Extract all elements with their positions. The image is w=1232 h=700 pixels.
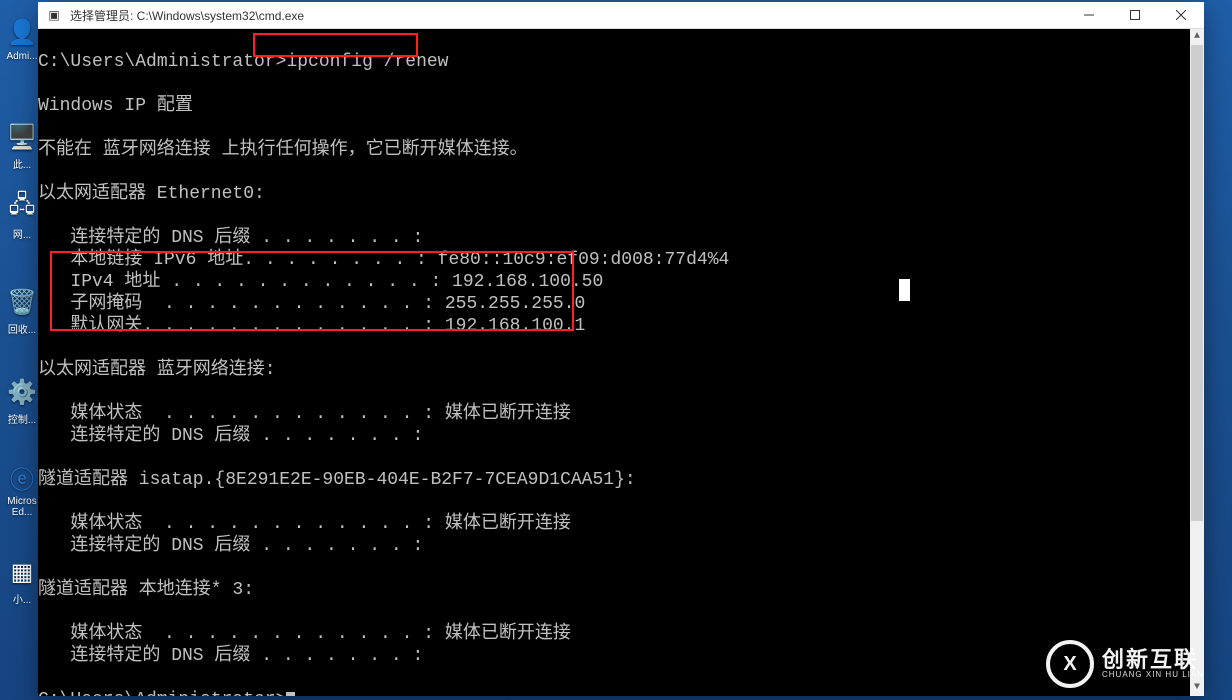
window-titlebar[interactable]: ▣ 选择管理员: C:\Windows\system32\cmd.exe bbox=[38, 2, 1204, 29]
desktop-background: 👤 Admi... 🖥️ 此... 🖧 网... 🗑️ 回收... ⚙️ 控制.… bbox=[0, 0, 1232, 700]
watermark-pinyin: CHUANG XIN HU LIAN bbox=[1102, 671, 1204, 679]
vertical-scrollbar[interactable]: ▲ ▼ bbox=[1190, 29, 1204, 696]
desktop-icon-network[interactable]: 🖧 网... bbox=[2, 190, 42, 241]
eth0-dns-row: 连接特定的 DNS 后缀 . . . . . . . : bbox=[38, 228, 423, 248]
minimize-icon bbox=[1084, 10, 1094, 20]
text-cursor bbox=[286, 692, 295, 696]
edge-icon: ⓔ bbox=[5, 460, 39, 494]
adapter-isatap-title: 隧道适配器 isatap.{8E291E2E-90EB-404E-B2F7-7C… bbox=[38, 470, 636, 490]
desktop-icon-label: 网... bbox=[2, 226, 42, 241]
eth0-gateway-row: 默认网关. . . . . . . . . . . . . : 192.168.… bbox=[38, 316, 585, 336]
isatap-media-row: 媒体状态 . . . . . . . . . . . . : 媒体已断开连接 bbox=[38, 514, 571, 534]
minimize-button[interactable] bbox=[1066, 2, 1112, 28]
window-title: 选择管理员: C:\Windows\system32\cmd.exe bbox=[70, 7, 304, 24]
desktop-icon-label: Admi... bbox=[2, 51, 42, 62]
heading-windows-ip: Windows IP 配置 bbox=[38, 96, 193, 116]
highlight-command bbox=[253, 33, 418, 57]
bluetooth-media-row: 媒体状态 . . . . . . . . . . . . : 媒体已断开连接 bbox=[38, 404, 571, 424]
network-icon: 🖧 bbox=[5, 190, 39, 224]
scrollbar-thumb[interactable] bbox=[1191, 45, 1203, 521]
selection-cursor bbox=[899, 279, 910, 301]
computer-icon: 🖥️ bbox=[5, 120, 39, 154]
watermark-name: 创新互联 bbox=[1102, 649, 1204, 671]
desktop-icon-this-pc[interactable]: 🖥️ 此... bbox=[2, 120, 42, 171]
desktop-icon-label: 小... bbox=[2, 591, 42, 606]
prompt-prefix: C:\Users\Administrator> bbox=[38, 52, 286, 72]
control-panel-icon: ⚙️ bbox=[5, 375, 39, 409]
user-folder-icon: 👤 bbox=[5, 15, 39, 49]
desktop-icon-administrator[interactable]: 👤 Admi... bbox=[2, 15, 42, 62]
desktop-icon-recycle-bin[interactable]: 🗑️ 回收... bbox=[2, 285, 42, 336]
desktop-icon-label: Micros Ed... bbox=[2, 496, 42, 518]
prompt-line-2: C:\Users\Administrator> bbox=[38, 690, 286, 696]
cmd-icon: ▣ bbox=[44, 5, 64, 25]
desktop-icon-edge[interactable]: ⓔ Micros Ed... bbox=[2, 460, 42, 518]
adapter-local3-title: 隧道适配器 本地连接* 3: bbox=[38, 580, 254, 600]
scrollbar-track[interactable] bbox=[1190, 45, 1204, 680]
adapter-ethernet0-title: 以太网适配器 Ethernet0: bbox=[38, 184, 265, 204]
recycle-bin-icon: 🗑️ bbox=[5, 285, 39, 319]
maximize-icon bbox=[1130, 10, 1140, 20]
watermark-logo: X 创新互联 CHUANG XIN HU LIAN bbox=[1046, 640, 1204, 688]
eth0-mask-row: 子网掩码 . . . . . . . . . . . . : 255.255.2… bbox=[38, 294, 585, 314]
desktop-icon-control-panel[interactable]: ⚙️ 控制... bbox=[2, 375, 42, 426]
cmd-window: ▣ 选择管理员: C:\Windows\system32\cmd.exe C:\… bbox=[38, 2, 1204, 696]
terminal-area[interactable]: C:\Users\Administrator>ipconfig /renew W… bbox=[38, 29, 1204, 696]
eth0-ipv4-row: IPv4 地址 . . . . . . . . . . . . : 192.16… bbox=[38, 272, 603, 292]
local3-media-row: 媒体状态 . . . . . . . . . . . . : 媒体已断开连接 bbox=[38, 624, 571, 644]
bluetooth-error-line: 不能在 蓝牙网络连接 上执行任何操作，它已断开媒体连接。 bbox=[38, 140, 528, 160]
bluetooth-dns-row: 连接特定的 DNS 后缀 . . . . . . . : bbox=[38, 426, 423, 446]
eth0-ipv6-row: 本地链接 IPv6 地址. . . . . . . . : fe80::10c9… bbox=[38, 250, 729, 270]
watermark-glyph: X bbox=[1046, 640, 1094, 688]
scroll-up-arrow[interactable]: ▲ bbox=[1190, 29, 1204, 45]
terminal-output: C:\Users\Administrator>ipconfig /renew W… bbox=[38, 29, 1190, 696]
isatap-dns-row: 连接特定的 DNS 后缀 . . . . . . . : bbox=[38, 536, 423, 556]
close-icon bbox=[1176, 10, 1186, 20]
maximize-button[interactable] bbox=[1112, 2, 1158, 28]
desktop-icon-label: 回收... bbox=[2, 321, 42, 336]
desktop-icon-misc[interactable]: ▦ 小... bbox=[2, 555, 42, 606]
desktop-icon-label: 此... bbox=[2, 156, 42, 171]
adapter-bluetooth-title: 以太网适配器 蓝牙网络连接: bbox=[38, 360, 276, 380]
desktop-icon-label: 控制... bbox=[2, 411, 42, 426]
close-button[interactable] bbox=[1158, 2, 1204, 28]
local3-dns-row: 连接特定的 DNS 后缀 . . . . . . . : bbox=[38, 646, 423, 666]
app-icon: ▦ bbox=[5, 555, 39, 589]
